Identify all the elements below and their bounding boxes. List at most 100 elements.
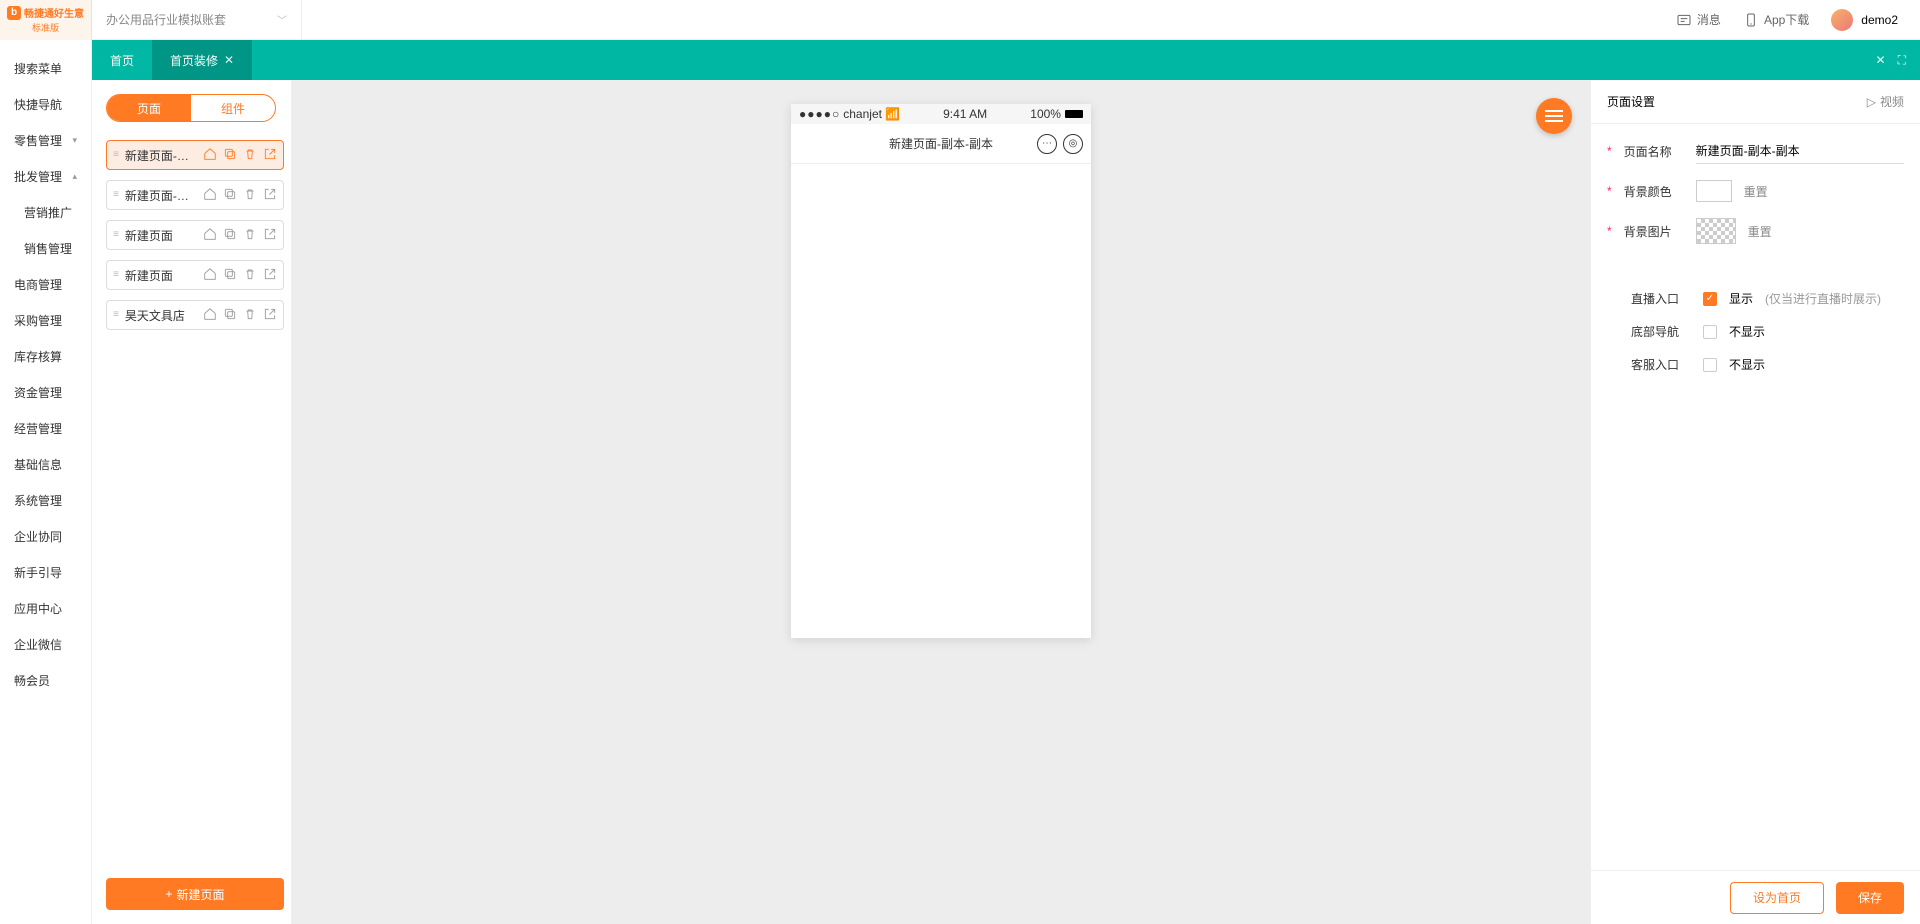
drag-icon[interactable]: ≡ [113,310,119,320]
delete-icon[interactable] [243,267,257,284]
hide-label: 不显示 [1729,323,1765,340]
share-icon[interactable] [263,267,277,284]
drag-icon[interactable]: ≡ [113,190,119,200]
leftnav-label: 新手引导 [14,564,62,581]
battery-label: 100% [1030,107,1061,121]
fullscreen-icon[interactable]: ⛶ [1898,53,1906,68]
leftnav-label: 应用中心 [14,600,62,617]
bottom-nav-checkbox[interactable] [1703,325,1717,339]
share-icon[interactable] [263,187,277,204]
copy-icon[interactable] [223,227,237,244]
leftnav-item-12[interactable]: 系统管理 [0,482,91,518]
page-name: 昊天文具店 [125,307,197,324]
delete-icon[interactable] [243,227,257,244]
copy-icon[interactable] [223,187,237,204]
delete-icon[interactable] [243,147,257,164]
page-item[interactable]: ≡ 新建页面 [106,220,284,250]
page-list: ≡新建页面-副本...≡新建页面-副本≡新建页面≡新建页面≡昊天文具店 [106,140,291,330]
leftnav-label: 批发管理 [14,168,62,185]
logo-edition: 标准版 [32,21,59,34]
home-icon[interactable] [203,307,217,324]
page-item[interactable]: ≡ 新建页面-副本 [106,180,284,210]
logo-area[interactable]: b 畅捷通好生意 标准版 [0,0,92,40]
leftnav-item-10[interactable]: 经营管理 [0,410,91,446]
save-button[interactable]: 保存 [1836,882,1904,914]
miniprogram-menu-icon[interactable]: ⋯ [1037,134,1057,154]
bgcolor-label: 背景颜色 [1624,183,1684,200]
drag-icon[interactable]: ≡ [113,150,119,160]
leftnav-item-6[interactable]: 电商管理 [0,266,91,302]
tab-homepage-decor[interactable]: 首页装修 ✕ [152,40,252,80]
account-select[interactable]: 办公用品行业模拟账套 ﹀ [92,0,302,40]
share-icon[interactable] [263,307,277,324]
hide-label-2: 不显示 [1729,356,1765,373]
drag-icon[interactable]: ≡ [113,230,119,240]
set-home-button[interactable]: 设为首页 [1730,882,1824,914]
leftnav-item-3[interactable]: 批发管理▴ [0,158,91,194]
video-help-link[interactable]: ▷ 视频 [1867,93,1904,110]
bgcolor-reset[interactable]: 重置 [1744,183,1768,200]
tab-bar: 首页 首页装修 ✕ ✕ ⛶ [92,40,1920,80]
messages-link[interactable]: 消息 [1676,11,1721,28]
leftnav-label: 搜索菜单 [14,60,62,77]
leftnav-item-4[interactable]: 营销推广 [0,194,91,230]
copy-icon[interactable] [223,307,237,324]
hamburger-fab[interactable] [1536,98,1572,134]
leftnav-item-13[interactable]: 企业协同 [0,518,91,554]
page-item[interactable]: ≡ 昊天文具店 [106,300,284,330]
segment-pages[interactable]: 页面 [107,95,191,121]
leftnav-item-8[interactable]: 库存核算 [0,338,91,374]
canvas: ●●●●○ chanjet 📶 9:41 AM 100% 新建页面-副本-副本 [292,80,1590,924]
leftnav-item-17[interactable]: 畅会员 [0,662,91,698]
delete-icon[interactable] [243,307,257,324]
leftnav-item-9[interactable]: 资金管理 [0,374,91,410]
leftnav-label: 电商管理 [14,276,62,293]
logo-brand: 畅捷通好生意 [24,5,84,20]
share-icon[interactable] [263,147,277,164]
home-icon[interactable] [203,267,217,284]
leftnav-item-0[interactable]: 搜索菜单 [0,50,91,86]
bgimg-label: 背景图片 [1624,223,1684,240]
drag-icon[interactable]: ≡ [113,270,119,280]
leftnav-item-11[interactable]: 基础信息 [0,446,91,482]
tabbar-close-icon[interactable]: ✕ [1876,53,1886,67]
segment-components[interactable]: 组件 [191,95,275,121]
page-name: 新建页面 [125,227,197,244]
home-icon[interactable] [203,227,217,244]
home-icon[interactable] [203,147,217,164]
leftnav-item-7[interactable]: 采购管理 [0,302,91,338]
bgcolor-swatch[interactable] [1696,180,1732,202]
leftnav-item-1[interactable]: 快捷导航 [0,86,91,122]
leftnav-label: 营销推广 [24,204,72,221]
page-name-input[interactable] [1696,138,1904,164]
copy-icon[interactable] [223,267,237,284]
new-page-button[interactable]: + 新建页面 [106,878,284,910]
bgimg-reset[interactable]: 重置 [1748,223,1772,240]
close-icon[interactable]: ✕ [224,53,234,67]
leftnav-label: 企业微信 [14,636,62,653]
phone-statusbar: ●●●●○ chanjet 📶 9:41 AM 100% [791,104,1091,124]
page-item[interactable]: ≡新建页面 [106,260,284,290]
page-name: 新建页面-副本 [125,187,197,204]
service-checkbox[interactable] [1703,358,1717,372]
leftnav-item-2[interactable]: 零售管理▾ [0,122,91,158]
leftnav-item-5[interactable]: 销售管理 [0,230,91,266]
share-icon[interactable] [263,227,277,244]
delete-icon[interactable] [243,187,257,204]
leftnav-item-14[interactable]: 新手引导 [0,554,91,590]
leftnav-item-16[interactable]: 企业微信 [0,626,91,662]
user-menu[interactable]: demo2 [1831,9,1898,31]
miniprogram-close-icon[interactable]: ◎ [1063,134,1083,154]
app-download-link[interactable]: App下载 [1743,11,1809,28]
home-icon[interactable] [203,187,217,204]
account-label: 办公用品行业模拟账套 [106,11,226,28]
page-item[interactable]: ≡新建页面-副本... [106,140,284,170]
leftnav-item-15[interactable]: 应用中心 [0,590,91,626]
avatar-icon [1831,9,1853,31]
show-checkbox[interactable]: ✓ [1703,292,1717,306]
play-icon: ▷ [1867,95,1876,109]
bgimg-swatch[interactable] [1696,218,1736,244]
live-label: 直播入口 [1631,290,1691,307]
tab-home[interactable]: 首页 [92,40,152,80]
copy-icon[interactable] [223,147,237,164]
